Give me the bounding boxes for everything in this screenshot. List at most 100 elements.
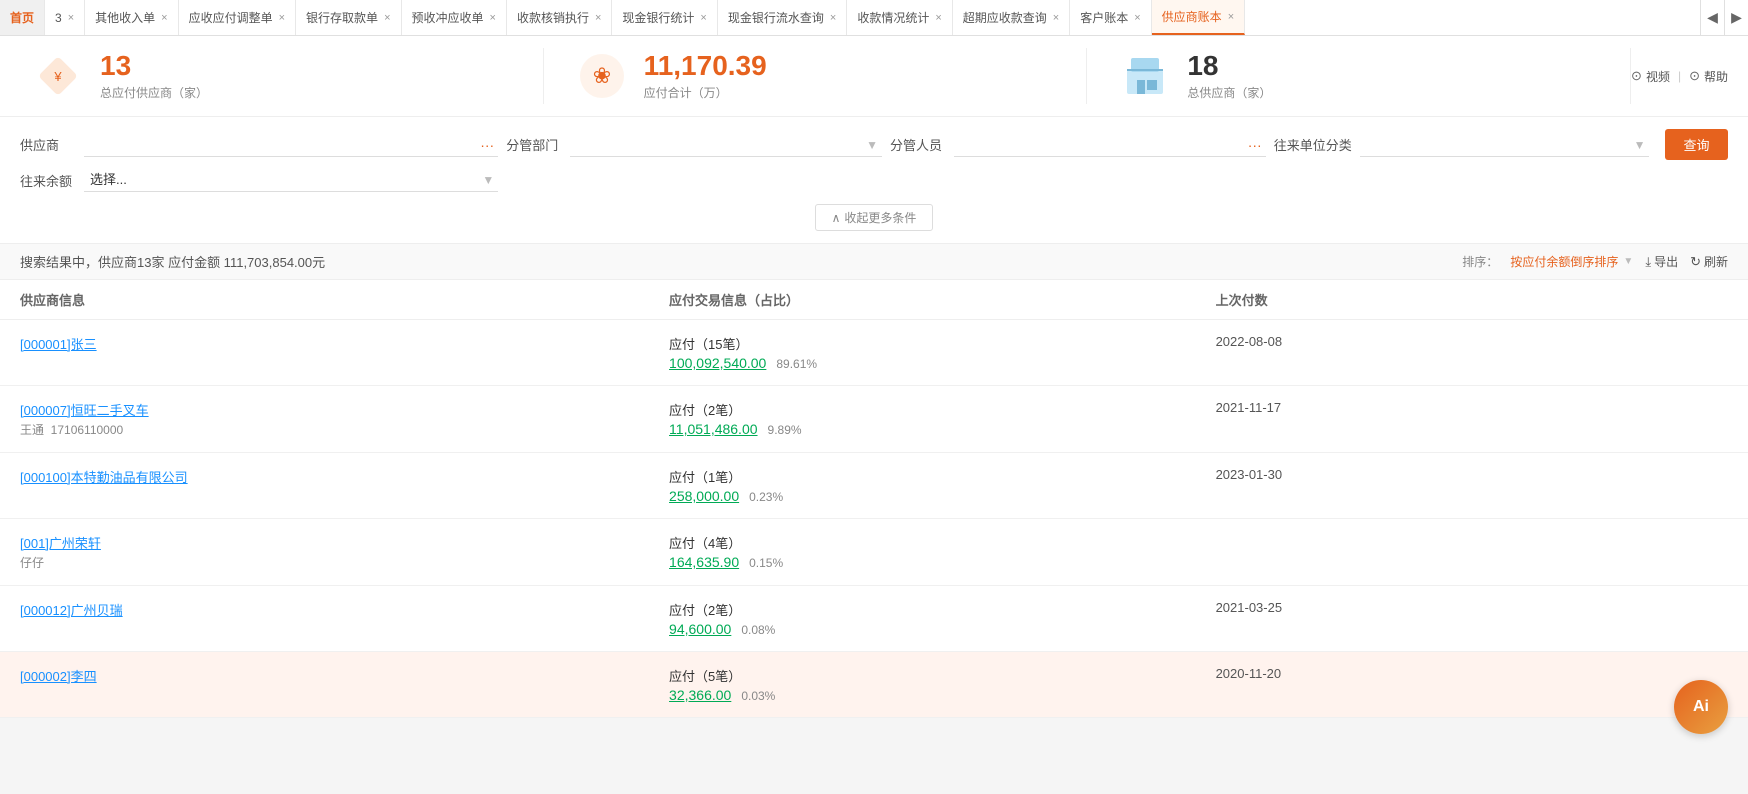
sort-select[interactable]: 按应付余额倒序排序 按应付余额正序排序 [1510,255,1633,269]
table-row[interactable]: [000012]广州贝瑞 应付（2笔） 94,600.00 0.08% 2021… [0,586,1748,652]
transaction-percent: 0.23% [749,490,783,504]
last-payment-date: 2020-11-20 [1216,666,1282,681]
stat-payable-suppliers-label: 总应付供应商（家） [100,84,208,101]
filter-balance-select-wrap: 选择... ▼ [84,168,498,192]
filter-supplier-input-wrap: ··· [84,133,498,157]
filter-department-label: 分管部门 [506,135,562,154]
close-icon[interactable]: × [279,12,285,24]
stat-payable-suppliers-number: 13 [100,51,208,82]
nav-tab-other-income[interactable]: 其他收入单 × [85,0,178,35]
export-label: 导出 [1654,253,1678,270]
nav-tab-prepay-charge[interactable]: 预收冲应收单 × [402,0,507,35]
nav-tab-supplier-ledger[interactable]: 供应商账本 × [1152,0,1245,35]
department-select[interactable] [570,133,882,157]
export-button[interactable]: ⤓ 导出 [1645,253,1678,270]
supplier-dots-icon[interactable]: ··· [480,137,494,153]
table-row[interactable]: [000002]李四 应付（5笔） 32,366.00 0.03% 2020-1… [0,652,1748,718]
nav-tab-overdue-query[interactable]: 超期应收款查询 × [953,0,1070,35]
personnel-input[interactable] [954,133,1266,157]
nav-tab-cash-bank-stat[interactable]: 现金银行统计 × [612,0,717,35]
table-row[interactable]: [000007]恒旺二手叉车 王通 17106110000 应付（2笔） 11,… [0,386,1748,453]
category-select[interactable] [1360,133,1650,157]
stat-total-suppliers: 18 总供应商（家） [1087,48,1631,104]
ai-assistant-button[interactable]: Ai [1674,680,1728,734]
filter-row-1: 供应商 ··· 分管部门 ▼ 分管人员 ··· [20,129,1728,160]
close-icon[interactable]: × [1134,12,1140,24]
filter-department: 分管部门 ▼ [506,133,882,157]
supplier-link[interactable]: [000001]张三 [20,337,97,352]
close-icon[interactable]: × [935,12,941,24]
results-actions: 排序： 按应付余额倒序排序 按应付余额正序排序 ▼ ⤓ 导出 ↻ 刷新 [1462,253,1728,270]
help-link[interactable]: 帮助 [1704,68,1728,85]
table-row[interactable]: [000100]本特勤油品有限公司 应付（1笔） 258,000.00 0.23… [0,453,1748,519]
supplier-link[interactable]: [000007]恒旺二手叉车 [20,403,149,418]
nav-tab-ar-ap-adjust-label: 应收应付调整单 [189,9,273,26]
transaction-amount-link[interactable]: 258,000.00 [669,488,739,504]
last-payment-col: 2023-01-30 [1216,467,1523,482]
transaction-amount-link[interactable]: 164,635.90 [669,554,739,570]
header-last-payment: 上次付数 [1216,290,1523,309]
table-row[interactable]: [001]广州荣轩 仔仔 应付（4笔） 164,635.90 0.15% [0,519,1748,586]
transaction-info-col: 应付（5笔） 32,366.00 0.03% [669,666,1216,703]
collapse-btn-wrap: ∧ 收起更多条件 [20,200,1728,235]
nav-tab-customer-ledger[interactable]: 客户账本 × [1070,0,1151,35]
nav-scroll-left-button[interactable]: ◀ [1700,0,1724,36]
filter-balance: 往来余额 选择... ▼ [20,168,498,192]
supplier-input[interactable] [84,133,498,157]
close-icon[interactable]: × [700,12,706,24]
stat-payable-amount-label: 应付合计（万） [644,84,767,101]
nav-tab-receipt-verify[interactable]: 收款核销执行 × [507,0,612,35]
nav-tab-overdue-query-label: 超期应收款查询 [963,9,1047,26]
close-icon[interactable]: × [1053,12,1059,24]
stat-total-suppliers-number: 18 [1187,51,1271,82]
close-icon[interactable]: × [68,12,74,24]
transaction-amount-link[interactable]: 100,092,540.00 [669,355,766,371]
transaction-amount-link[interactable]: 32,366.00 [669,687,731,703]
video-link[interactable]: 视频 [1646,68,1670,85]
transaction-percent: 0.08% [741,623,775,637]
close-icon[interactable]: × [595,12,601,24]
balance-select[interactable]: 选择... [84,168,498,192]
transaction-row: 32,366.00 0.03% [669,685,1216,703]
nav-scroll-arrows: ◀ ▶ [1700,0,1748,36]
nav-tab-home[interactable]: 首页 [0,0,45,35]
filter-category-select-wrap: ▼ [1360,133,1650,157]
supplier-link[interactable]: [001]广州荣轩 [20,536,101,551]
transaction-amount-link[interactable]: 94,600.00 [669,621,731,637]
stat-total-suppliers-content: 18 总供应商（家） [1187,51,1271,101]
personnel-dots-icon[interactable]: ··· [1248,137,1262,153]
table-row[interactable]: [000001]张三 应付（15笔） 100,092,540.00 89.61%… [0,320,1748,386]
close-icon[interactable]: × [830,12,836,24]
nav-scroll-right-button[interactable]: ▶ [1724,0,1748,36]
nav-tab-ar-ap-adjust[interactable]: 应收应付调整单 × [179,0,296,35]
supplier-link[interactable]: [000012]广州贝瑞 [20,603,123,618]
filter-personnel-label: 分管人员 [890,135,946,154]
divider: | [1678,69,1681,83]
nav-tab-cash-bank-query[interactable]: 现金银行流水查询 × [718,0,847,35]
supplier-link[interactable]: [000002]李四 [20,669,97,684]
refresh-button[interactable]: ↻ 刷新 [1690,253,1728,270]
nav-tab-bank-deposit[interactable]: 银行存取款单 × [296,0,401,35]
nav-tab-3[interactable]: 3 × [45,0,85,35]
svg-text:❀: ❀ [592,63,610,88]
top-right-links: ⊙ 视频 | ⊙ 帮助 [1631,68,1748,85]
transaction-label: 应付（2笔） [669,600,1216,619]
transaction-info-col: 应付（2笔） 94,600.00 0.08% [669,600,1216,637]
nav-tab-receipt-stat[interactable]: 收款情况统计 × [847,0,952,35]
nav-tab-supplier-ledger-label: 供应商账本 [1162,8,1222,25]
results-info: 搜索结果中，供应商13家 应付金额 111,703,854.00元 [20,252,1462,271]
query-button[interactable]: 查询 [1665,129,1727,160]
close-icon[interactable]: × [161,12,167,24]
close-icon[interactable]: × [1228,11,1234,23]
close-icon[interactable]: × [384,12,390,24]
transaction-percent: 0.03% [741,689,775,703]
last-payment-col: 2021-11-17 [1216,400,1523,415]
close-icon[interactable]: × [490,12,496,24]
supplier-link[interactable]: [000100]本特勤油品有限公司 [20,470,188,485]
stats-bar: ¥ 13 总应付供应商（家） ❀ 11,170.39 应付合计（万） [0,36,1748,117]
filter-category: 往来单位分类 ▼ [1274,133,1650,157]
transaction-amount-link[interactable]: 11,051,486.00 [669,421,758,437]
last-payment-col: 2022-08-08 [1216,334,1523,349]
collapse-button[interactable]: ∧ 收起更多条件 [815,204,934,231]
nav-tab-bank-deposit-label: 银行存取款单 [306,9,378,26]
